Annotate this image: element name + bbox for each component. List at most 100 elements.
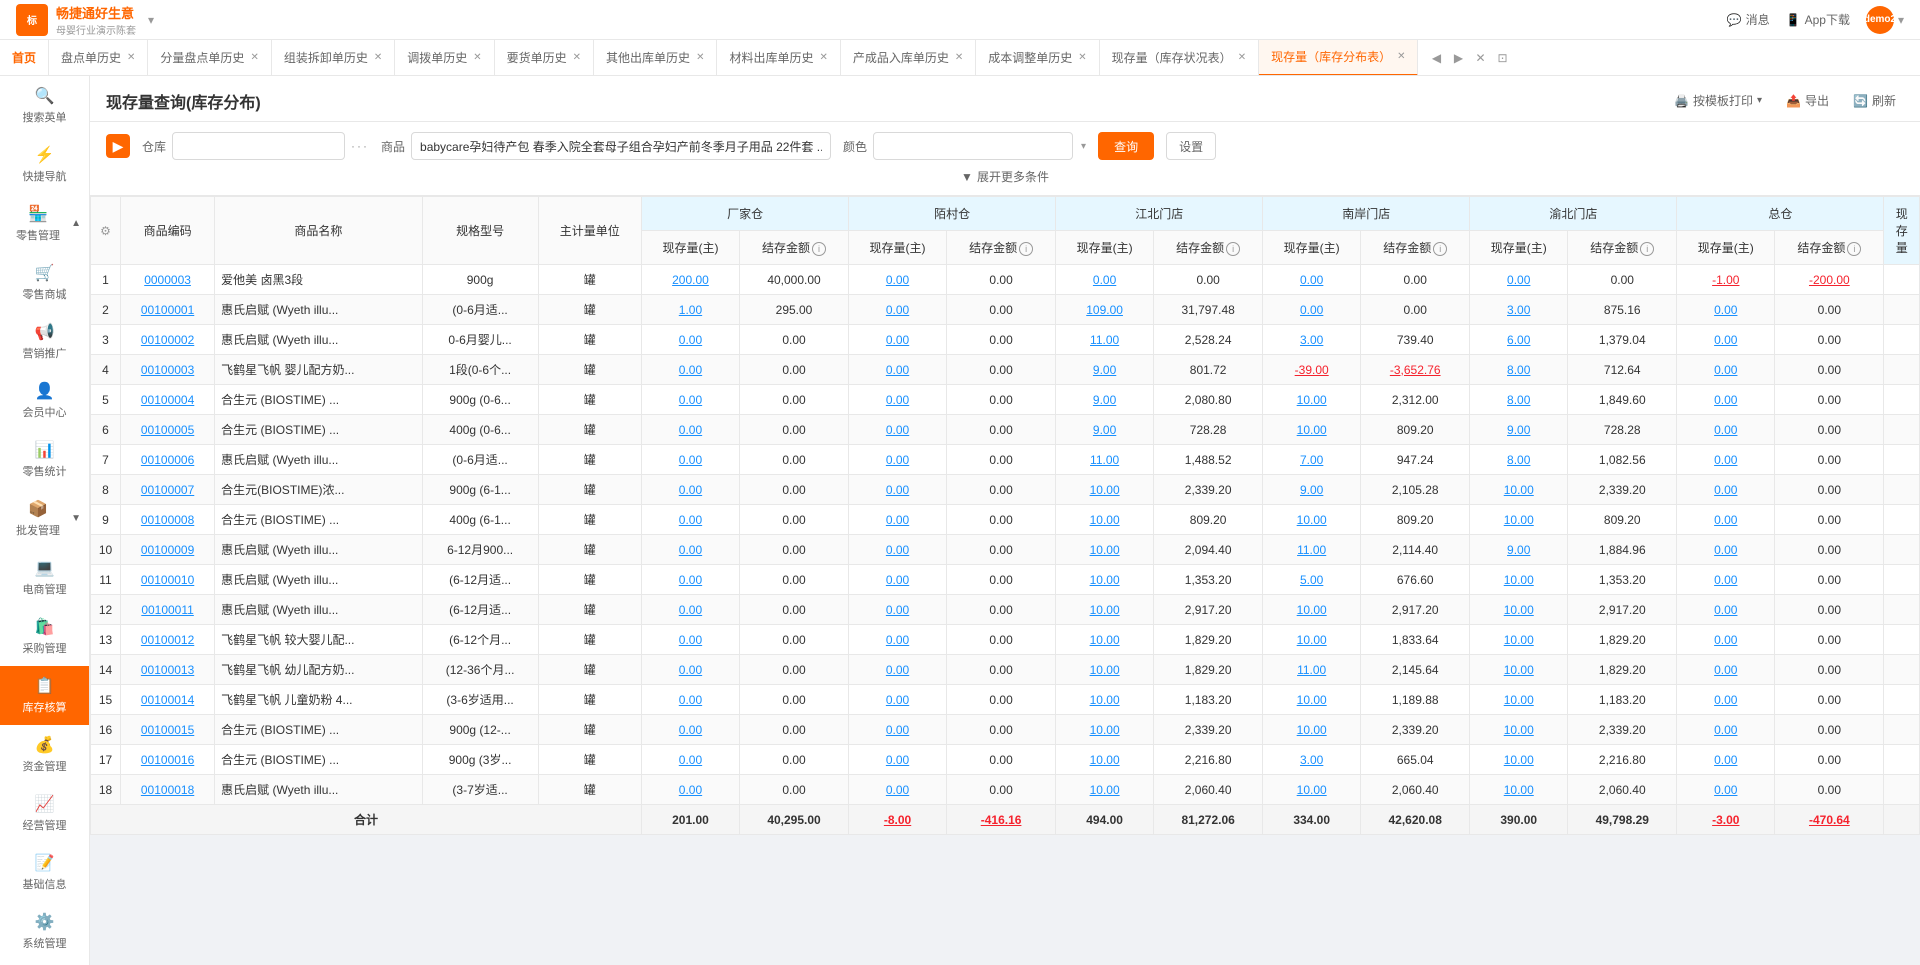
row-code[interactable]: 00100006 — [121, 445, 215, 475]
row-f-qty[interactable]: 0.00 — [642, 325, 740, 355]
row-na-qty[interactable]: 10.00 — [1263, 505, 1361, 535]
row-na-qty[interactable]: 5.00 — [1263, 565, 1361, 595]
row-code[interactable]: 00100007 — [121, 475, 215, 505]
info-icon-m-amt[interactable]: i — [1019, 242, 1033, 256]
row-total-qty[interactable]: 0.00 — [1677, 535, 1775, 565]
tab-requisition[interactable]: 要货单历史 ✕ — [495, 40, 594, 76]
row-f-qty[interactable]: 0.00 — [642, 565, 740, 595]
tab-close-icon[interactable]: ✕ — [1397, 51, 1405, 62]
row-f-qty[interactable]: 200.00 — [642, 265, 740, 295]
row-total-qty[interactable]: -1.00 — [1677, 265, 1775, 295]
row-total-qty[interactable]: 0.00 — [1677, 775, 1775, 805]
row-yb-qty[interactable]: 10.00 — [1470, 595, 1568, 625]
expand-more-btn[interactable]: ▼ 展开更多条件 — [106, 168, 1904, 185]
row-yb-qty[interactable]: 10.00 — [1470, 475, 1568, 505]
row-jb-qty[interactable]: 10.00 — [1056, 625, 1154, 655]
sidebar-item-search[interactable]: 🔍 搜索英单 — [0, 76, 89, 135]
sidebar-item-marketing[interactable]: 📢 营销推广 — [0, 312, 89, 371]
row-yb-qty[interactable]: 9.00 — [1470, 415, 1568, 445]
row-jb-qty[interactable]: 10.00 — [1056, 475, 1154, 505]
row-yb-qty[interactable]: 10.00 — [1470, 715, 1568, 745]
row-m-qty[interactable]: 0.00 — [849, 595, 947, 625]
row-m-qty[interactable]: 0.00 — [849, 415, 947, 445]
sidebar-item-retail-stats[interactable]: 📊 零售统计 — [0, 430, 89, 489]
row-total-qty[interactable]: 0.00 — [1677, 295, 1775, 325]
info-icon-na-amt[interactable]: i — [1433, 242, 1447, 256]
row-code[interactable]: 00100015 — [121, 715, 215, 745]
row-jb-qty[interactable]: 10.00 — [1056, 655, 1154, 685]
row-na-qty[interactable]: 9.00 — [1263, 475, 1361, 505]
row-total-qty[interactable]: 0.00 — [1677, 655, 1775, 685]
row-na-qty[interactable]: 0.00 — [1263, 265, 1361, 295]
row-yb-qty[interactable]: 10.00 — [1470, 685, 1568, 715]
sidebar-item-retail-mgmt[interactable]: 🏪 零售管理 ▲ — [0, 194, 89, 253]
row-total-qty[interactable]: 0.00 — [1677, 505, 1775, 535]
tab-close-icon[interactable]: ✕ — [374, 52, 382, 63]
row-yb-qty[interactable]: 10.00 — [1470, 775, 1568, 805]
row-yb-qty[interactable]: 8.00 — [1470, 445, 1568, 475]
app-download-btn[interactable]: 📱 App下载 — [1786, 11, 1850, 28]
product-input[interactable] — [411, 132, 831, 160]
query-btn[interactable]: 查询 — [1098, 132, 1154, 160]
row-total-qty[interactable]: 0.00 — [1677, 565, 1775, 595]
tab-other-out[interactable]: 其他出库单历史 ✕ — [594, 40, 717, 76]
row-na-qty[interactable]: 7.00 — [1263, 445, 1361, 475]
row-jb-qty[interactable]: 10.00 — [1056, 775, 1154, 805]
tab-split-stock[interactable]: 分量盘点单历史 ✕ — [148, 40, 271, 76]
row-yb-qty[interactable]: 10.00 — [1470, 565, 1568, 595]
row-jb-qty[interactable]: 10.00 — [1056, 565, 1154, 595]
row-jb-qty[interactable]: 10.00 — [1056, 505, 1154, 535]
row-code[interactable]: 00100002 — [121, 325, 215, 355]
row-jb-qty[interactable]: 10.00 — [1056, 745, 1154, 775]
row-m-qty[interactable]: 0.00 — [849, 445, 947, 475]
tab-maximize-btn[interactable]: ⊡ — [1492, 48, 1512, 68]
row-na-qty[interactable]: 11.00 — [1263, 655, 1361, 685]
row-yb-qty[interactable]: 9.00 — [1470, 535, 1568, 565]
row-m-qty[interactable]: 0.00 — [849, 655, 947, 685]
row-m-qty[interactable]: 0.00 — [849, 265, 947, 295]
tab-transfer[interactable]: 调拨单历史 ✕ — [395, 40, 494, 76]
warehouse-input[interactable] — [172, 132, 345, 160]
row-code[interactable]: 0000003 — [121, 265, 215, 295]
row-code[interactable]: 00100009 — [121, 535, 215, 565]
row-yb-qty[interactable]: 8.00 — [1470, 385, 1568, 415]
message-btn[interactable]: 💬 消息 — [1727, 11, 1770, 28]
row-jb-qty[interactable]: 10.00 — [1056, 715, 1154, 745]
row-yb-qty[interactable]: 10.00 — [1470, 655, 1568, 685]
row-yb-qty[interactable]: 8.00 — [1470, 355, 1568, 385]
tab-close-icon[interactable]: ✕ — [1238, 52, 1246, 63]
sidebar-item-retail-shop[interactable]: 🛒 零售商城 — [0, 253, 89, 312]
row-code[interactable]: 00100011 — [121, 595, 215, 625]
info-icon-f-amt[interactable]: i — [812, 242, 826, 256]
sidebar-item-enterprise[interactable]: 🤝 企业协同 — [0, 961, 89, 965]
row-m-qty[interactable]: 0.00 — [849, 775, 947, 805]
sidebar-item-inventory[interactable]: 📋 库存核算 — [0, 666, 89, 725]
tab-close-icon[interactable]: ✕ — [250, 52, 258, 63]
sidebar-item-basic[interactable]: 📝 基础信息 — [0, 843, 89, 902]
row-na-qty[interactable]: 10.00 — [1263, 415, 1361, 445]
row-f-qty[interactable]: 0.00 — [642, 715, 740, 745]
row-m-qty[interactable]: 0.00 — [849, 745, 947, 775]
row-yb-qty[interactable]: 6.00 — [1470, 325, 1568, 355]
row-total-qty[interactable]: 0.00 — [1677, 445, 1775, 475]
row-yb-qty[interactable]: 0.00 — [1470, 265, 1568, 295]
sidebar-item-system[interactable]: ⚙️ 系统管理 — [0, 902, 89, 961]
row-f-qty[interactable]: 0.00 — [642, 385, 740, 415]
row-total-qty[interactable]: 0.00 — [1677, 625, 1775, 655]
row-na-qty[interactable]: 10.00 — [1263, 385, 1361, 415]
row-f-qty[interactable]: 0.00 — [642, 775, 740, 805]
row-f-qty[interactable]: 0.00 — [642, 355, 740, 385]
row-code[interactable]: 00100018 — [121, 775, 215, 805]
row-jb-qty[interactable]: 9.00 — [1056, 355, 1154, 385]
row-jb-qty[interactable]: 0.00 — [1056, 265, 1154, 295]
tab-close-icon[interactable]: ✕ — [819, 52, 827, 63]
row-jb-qty[interactable]: 10.00 — [1056, 595, 1154, 625]
row-na-qty[interactable]: 10.00 — [1263, 595, 1361, 625]
row-jb-qty[interactable]: 11.00 — [1056, 325, 1154, 355]
gear-icon[interactable]: ⚙ — [100, 224, 111, 238]
tab-close-icon[interactable]: ✕ — [1078, 52, 1086, 63]
row-code[interactable]: 00100016 — [121, 745, 215, 775]
tab-product-in[interactable]: 产成品入库单历史 ✕ — [841, 40, 976, 76]
tab-material-out[interactable]: 材料出库单历史 ✕ — [717, 40, 840, 76]
row-m-qty[interactable]: 0.00 — [849, 625, 947, 655]
